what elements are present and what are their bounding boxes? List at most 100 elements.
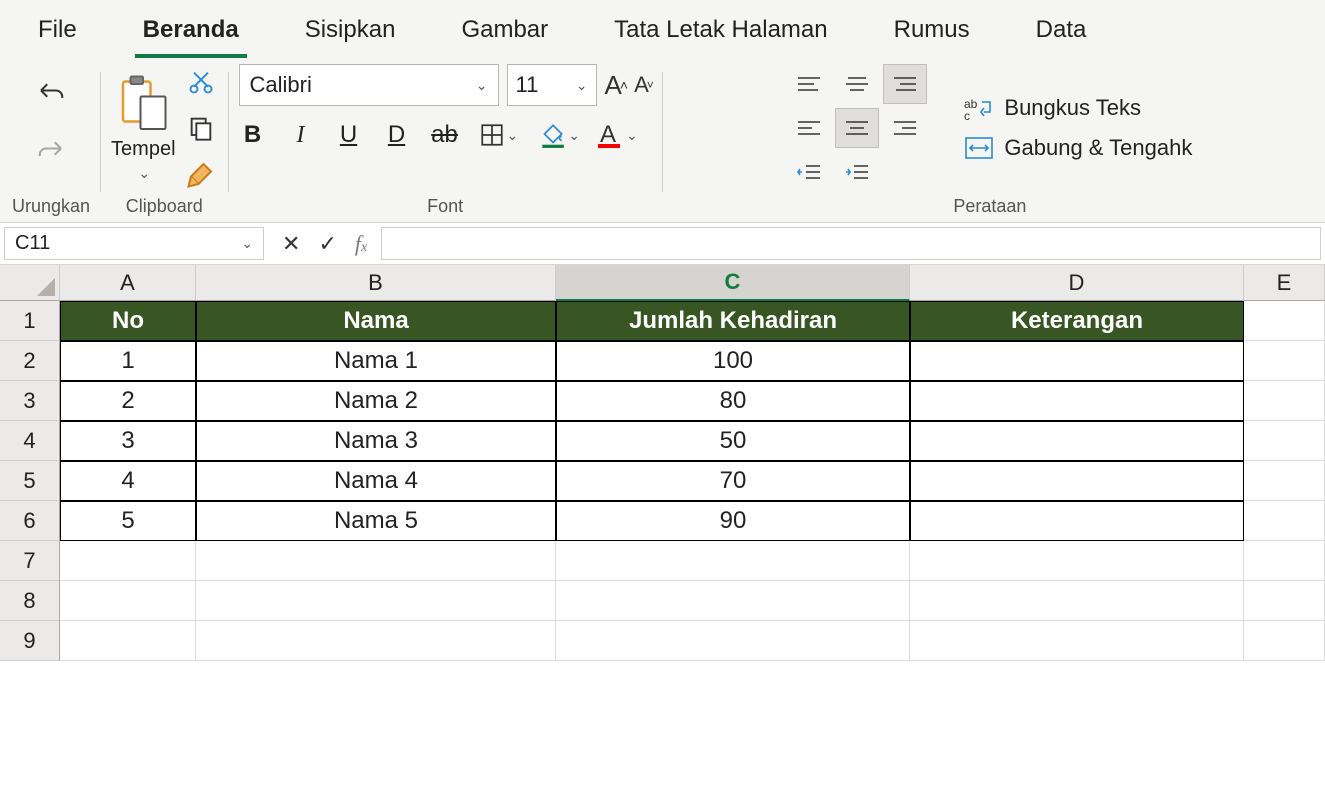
tab-formulas[interactable]: Rumus (886, 16, 978, 58)
col-header-E[interactable]: E (1244, 265, 1325, 301)
cell-E8[interactable] (1244, 581, 1325, 621)
bold-button[interactable]: B (239, 121, 267, 149)
cell-C6[interactable]: 90 (556, 501, 910, 541)
cell-D7[interactable] (910, 541, 1244, 581)
tab-page-layout[interactable]: Tata Letak Halaman (606, 16, 835, 58)
decrease-font-button[interactable]: A˅ (634, 72, 652, 98)
cell-D3[interactable] (910, 381, 1244, 421)
cell-D4[interactable] (910, 421, 1244, 461)
fx-icon[interactable]: fx (355, 231, 367, 257)
name-box[interactable]: C11 ⌄ (4, 227, 264, 260)
increase-indent[interactable] (835, 152, 879, 192)
cell-A1[interactable]: No (60, 301, 196, 341)
cell-B6[interactable]: Nama 5 (196, 501, 556, 541)
cell-C8[interactable] (556, 581, 910, 621)
align-top-right[interactable] (883, 64, 927, 104)
align-middle-right[interactable] (883, 108, 927, 148)
cell-A3[interactable]: 2 (60, 381, 196, 421)
cell-E4[interactable] (1244, 421, 1325, 461)
cell-B8[interactable] (196, 581, 556, 621)
cell-E6[interactable] (1244, 501, 1325, 541)
paste-button[interactable] (113, 74, 173, 134)
borders-button[interactable]: ⌄ (479, 122, 519, 148)
tab-home[interactable]: Beranda (135, 16, 247, 58)
cell-B7[interactable] (196, 541, 556, 581)
cell-A8[interactable] (60, 581, 196, 621)
cell-B5[interactable]: Nama 4 (196, 461, 556, 501)
redo-button[interactable] (34, 134, 68, 168)
formula-input[interactable] (381, 227, 1321, 260)
align-top-center[interactable] (835, 64, 879, 104)
cell-C1[interactable]: Jumlah Kehadiran (556, 301, 910, 341)
accept-formula-button[interactable]: ✓ (318, 231, 336, 257)
row-header-3[interactable]: 3 (0, 381, 60, 421)
tab-file[interactable]: File (30, 16, 85, 58)
underline-button[interactable]: U (335, 121, 363, 149)
cell-E3[interactable] (1244, 381, 1325, 421)
cell-A7[interactable] (60, 541, 196, 581)
cell-A9[interactable] (60, 621, 196, 661)
align-top-left[interactable] (787, 64, 831, 104)
cell-B3[interactable]: Nama 2 (196, 381, 556, 421)
decrease-indent[interactable] (787, 152, 831, 192)
row-header-9[interactable]: 9 (0, 621, 60, 661)
cell-C7[interactable] (556, 541, 910, 581)
cell-B1[interactable]: Nama (196, 301, 556, 341)
cell-D9[interactable] (910, 621, 1244, 661)
col-header-B[interactable]: B (196, 265, 556, 301)
cell-A5[interactable]: 4 (60, 461, 196, 501)
merge-center-button[interactable]: Gabung & Tengahk (964, 134, 1192, 162)
italic-button[interactable]: I (287, 122, 315, 149)
font-size-select[interactable]: 11⌄ (507, 64, 597, 106)
cell-E7[interactable] (1244, 541, 1325, 581)
cell-C2[interactable]: 100 (556, 341, 910, 381)
cell-A6[interactable]: 5 (60, 501, 196, 541)
cell-C9[interactable] (556, 621, 910, 661)
cell-D8[interactable] (910, 581, 1244, 621)
paste-label[interactable]: Tempel (111, 138, 175, 161)
row-header-5[interactable]: 5 (0, 461, 60, 501)
row-header-7[interactable]: 7 (0, 541, 60, 581)
cut-button[interactable] (184, 65, 218, 99)
cell-C3[interactable]: 80 (556, 381, 910, 421)
cell-D1[interactable]: Keterangan (910, 301, 1244, 341)
cancel-formula-button[interactable]: ✕ (282, 231, 300, 257)
row-header-4[interactable]: 4 (0, 421, 60, 461)
font-name-select[interactable]: Calibri⌄ (239, 64, 499, 106)
col-header-D[interactable]: D (910, 265, 1244, 301)
tab-insert[interactable]: Sisipkan (297, 16, 404, 58)
tab-data[interactable]: Data (1028, 16, 1095, 58)
strikethrough-button[interactable]: ab (431, 121, 459, 149)
fill-color-button[interactable]: ⌄ (538, 121, 580, 149)
cell-A2[interactable]: 1 (60, 341, 196, 381)
cell-C4[interactable]: 50 (556, 421, 910, 461)
tab-draw[interactable]: Gambar (453, 16, 556, 58)
cell-A4[interactable]: 3 (60, 421, 196, 461)
cell-D6[interactable] (910, 501, 1244, 541)
font-color-button[interactable]: A ⌄ (600, 120, 638, 150)
double-underline-button[interactable]: D (383, 121, 411, 149)
col-header-A[interactable]: A (60, 265, 196, 301)
cell-C5[interactable]: 70 (556, 461, 910, 501)
col-header-C[interactable]: C (556, 265, 910, 301)
cell-B9[interactable] (196, 621, 556, 661)
align-middle-left[interactable] (787, 108, 831, 148)
row-header-2[interactable]: 2 (0, 341, 60, 381)
paste-dropdown[interactable]: ⌄ (138, 165, 150, 182)
format-painter-button[interactable] (184, 157, 218, 191)
align-middle-center[interactable] (835, 108, 879, 148)
cell-E5[interactable] (1244, 461, 1325, 501)
wrap-text-button[interactable]: abc Bungkus Teks (964, 94, 1192, 122)
select-all-corner[interactable] (0, 265, 60, 301)
increase-font-button[interactable]: A˄ (605, 70, 627, 101)
cell-E1[interactable] (1244, 301, 1325, 341)
row-header-8[interactable]: 8 (0, 581, 60, 621)
cell-E2[interactable] (1244, 341, 1325, 381)
undo-button[interactable] (34, 76, 68, 110)
copy-button[interactable] (184, 111, 218, 145)
cell-B4[interactable]: Nama 3 (196, 421, 556, 461)
row-header-6[interactable]: 6 (0, 501, 60, 541)
row-header-1[interactable]: 1 (0, 301, 60, 341)
cell-B2[interactable]: Nama 1 (196, 341, 556, 381)
cell-D5[interactable] (910, 461, 1244, 501)
